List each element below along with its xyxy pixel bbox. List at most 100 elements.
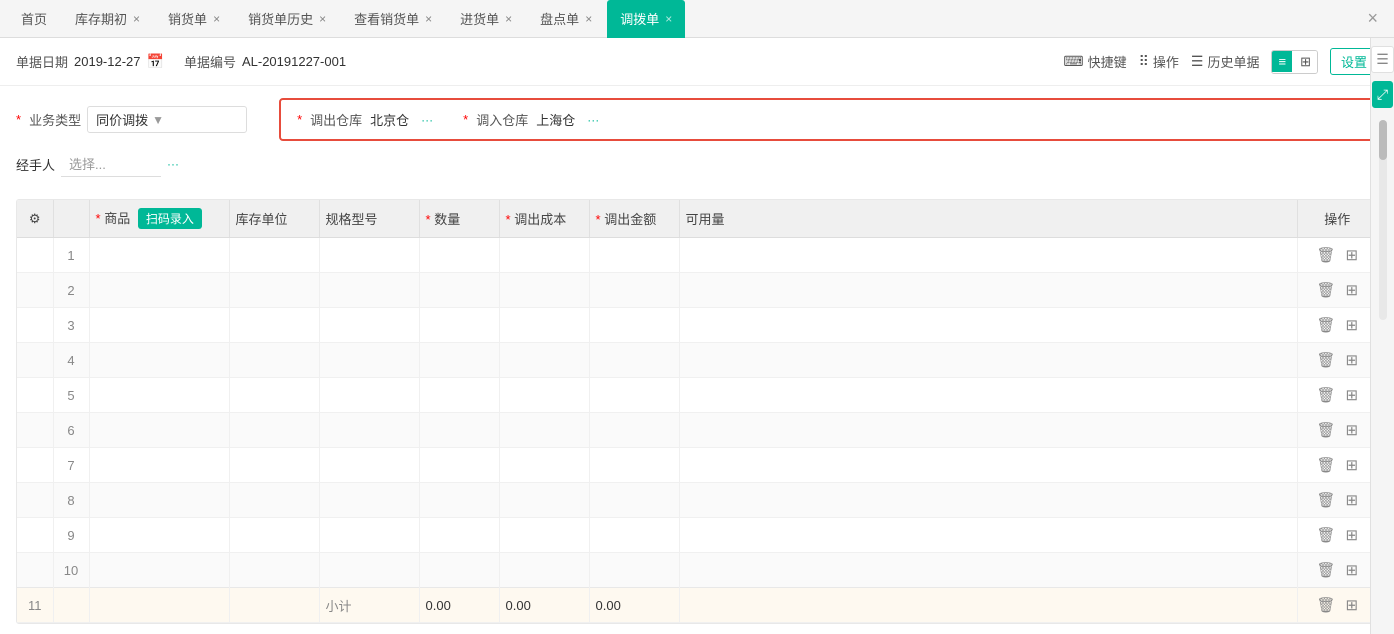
handler-select[interactable]: 选择... <box>61 151 161 177</box>
tab-inventory-init[interactable]: 库存期初 × <box>62 0 153 38</box>
tab-close-stocktake[interactable]: × <box>585 12 592 26</box>
product-cell[interactable] <box>89 238 229 273</box>
copy-icon[interactable]: ⊞ <box>1343 524 1360 546</box>
calendar-icon[interactable]: 📅 <box>147 53 164 70</box>
spec-cell[interactable] <box>319 413 419 448</box>
cost-cell[interactable] <box>499 448 589 483</box>
tab-close-purchase[interactable]: × <box>505 12 512 26</box>
tab-view-sales[interactable]: 查看销货单 × <box>341 0 445 38</box>
scrollbar-track[interactable] <box>1379 120 1387 320</box>
tab-stocktake[interactable]: 盘点单 × <box>527 0 605 38</box>
cost-cell[interactable] <box>499 343 589 378</box>
spec-cell[interactable] <box>319 238 419 273</box>
tab-home[interactable]: 首页 <box>8 0 60 38</box>
grid-view-btn[interactable]: ⊞ <box>1294 51 1317 73</box>
amount-cell[interactable] <box>589 448 679 483</box>
document-icon[interactable]: ☰ <box>1371 46 1394 73</box>
copy-icon[interactable]: ⊞ <box>1343 559 1360 581</box>
copy-icon[interactable]: ⊞ <box>1343 454 1360 476</box>
spec-cell[interactable] <box>319 553 419 588</box>
list-view-btn[interactable]: ≡ <box>1272 51 1292 72</box>
delete-icon[interactable]: 🗑 <box>1314 314 1337 336</box>
tab-close-transfer[interactable]: × <box>665 12 672 26</box>
cost-cell[interactable] <box>499 238 589 273</box>
qty-cell[interactable] <box>419 273 499 308</box>
product-cell[interactable] <box>89 343 229 378</box>
spec-cell[interactable] <box>319 518 419 553</box>
qty-cell[interactable] <box>419 308 499 343</box>
tab-close-view-sales[interactable]: × <box>425 12 432 26</box>
cost-cell[interactable] <box>499 308 589 343</box>
product-cell[interactable] <box>89 483 229 518</box>
tab-close-sales[interactable]: × <box>213 12 220 26</box>
spec-cell[interactable] <box>319 343 419 378</box>
spec-cell[interactable] <box>319 378 419 413</box>
qty-cell[interactable] <box>419 553 499 588</box>
amount-cell[interactable] <box>589 238 679 273</box>
spec-cell[interactable] <box>319 273 419 308</box>
qty-cell[interactable] <box>419 343 499 378</box>
unit-cell[interactable] <box>229 413 319 448</box>
warehouse-in-more[interactable]: ··· <box>587 113 599 127</box>
copy-icon[interactable]: ⊞ <box>1343 384 1360 406</box>
unit-cell[interactable] <box>229 378 319 413</box>
unit-cell[interactable] <box>229 238 319 273</box>
amount-cell[interactable] <box>589 378 679 413</box>
cost-cell[interactable] <box>499 413 589 448</box>
copy-icon[interactable]: ⊞ <box>1343 594 1360 616</box>
copy-icon[interactable]: ⊞ <box>1343 314 1360 336</box>
window-close-button[interactable]: × <box>1359 8 1386 29</box>
tab-transfer[interactable]: 调拨单 × <box>607 0 685 38</box>
delete-icon[interactable]: 🗑 <box>1314 384 1337 406</box>
tab-sales-history[interactable]: 销货单历史 × <box>235 0 339 38</box>
cost-cell[interactable] <box>499 483 589 518</box>
unit-cell[interactable] <box>229 553 319 588</box>
amount-cell[interactable] <box>589 343 679 378</box>
tab-close-inventory[interactable]: × <box>133 12 140 26</box>
amount-cell[interactable] <box>589 413 679 448</box>
history-action[interactable]: ☰ 历史单据 <box>1191 52 1260 71</box>
unit-cell[interactable] <box>229 343 319 378</box>
amount-cell[interactable] <box>589 308 679 343</box>
amount-cell[interactable] <box>589 553 679 588</box>
qty-cell[interactable] <box>419 483 499 518</box>
amount-cell[interactable] <box>589 483 679 518</box>
unit-cell[interactable] <box>229 308 319 343</box>
tab-close-history[interactable]: × <box>319 12 326 26</box>
amount-cell[interactable] <box>589 273 679 308</box>
warehouse-out-more[interactable]: ··· <box>421 113 433 127</box>
settings-col-header[interactable]: ⚙ <box>17 200 53 238</box>
copy-icon[interactable]: ⊞ <box>1343 419 1360 441</box>
qty-cell[interactable] <box>419 518 499 553</box>
product-cell[interactable] <box>89 518 229 553</box>
delete-icon[interactable]: 🗑 <box>1314 349 1337 371</box>
tab-sales-order[interactable]: 销货单 × <box>155 0 233 38</box>
delete-icon[interactable]: 🗑 <box>1314 524 1337 546</box>
amount-cell[interactable] <box>589 518 679 553</box>
delete-icon[interactable]: 🗑 <box>1314 244 1337 266</box>
product-cell[interactable] <box>89 448 229 483</box>
product-cell[interactable] <box>89 308 229 343</box>
delete-icon[interactable]: 🗑 <box>1314 454 1337 476</box>
unit-cell[interactable] <box>229 483 319 518</box>
spec-cell[interactable] <box>319 448 419 483</box>
spec-cell[interactable] <box>319 308 419 343</box>
cost-cell[interactable] <box>499 518 589 553</box>
business-type-select[interactable]: 同价调拨 ▼ <box>87 106 247 133</box>
copy-icon[interactable]: ⊞ <box>1343 349 1360 371</box>
handler-more[interactable]: ··· <box>167 157 179 171</box>
product-cell[interactable] <box>89 553 229 588</box>
spec-cell[interactable] <box>319 483 419 518</box>
copy-icon[interactable]: ⊞ <box>1343 244 1360 266</box>
copy-icon[interactable]: ⊞ <box>1343 279 1360 301</box>
scan-button[interactable]: 扫码录入 <box>138 208 202 229</box>
qty-cell[interactable] <box>419 448 499 483</box>
delete-icon[interactable]: 🗑 <box>1314 594 1337 616</box>
unit-cell[interactable] <box>229 518 319 553</box>
qty-cell[interactable] <box>419 378 499 413</box>
delete-icon[interactable]: 🗑 <box>1314 279 1337 301</box>
product-cell[interactable] <box>89 413 229 448</box>
cost-cell[interactable] <box>499 273 589 308</box>
shortcut-action[interactable]: ⌨ 快捷键 <box>1063 52 1126 71</box>
delete-icon[interactable]: 🗑 <box>1314 419 1337 441</box>
